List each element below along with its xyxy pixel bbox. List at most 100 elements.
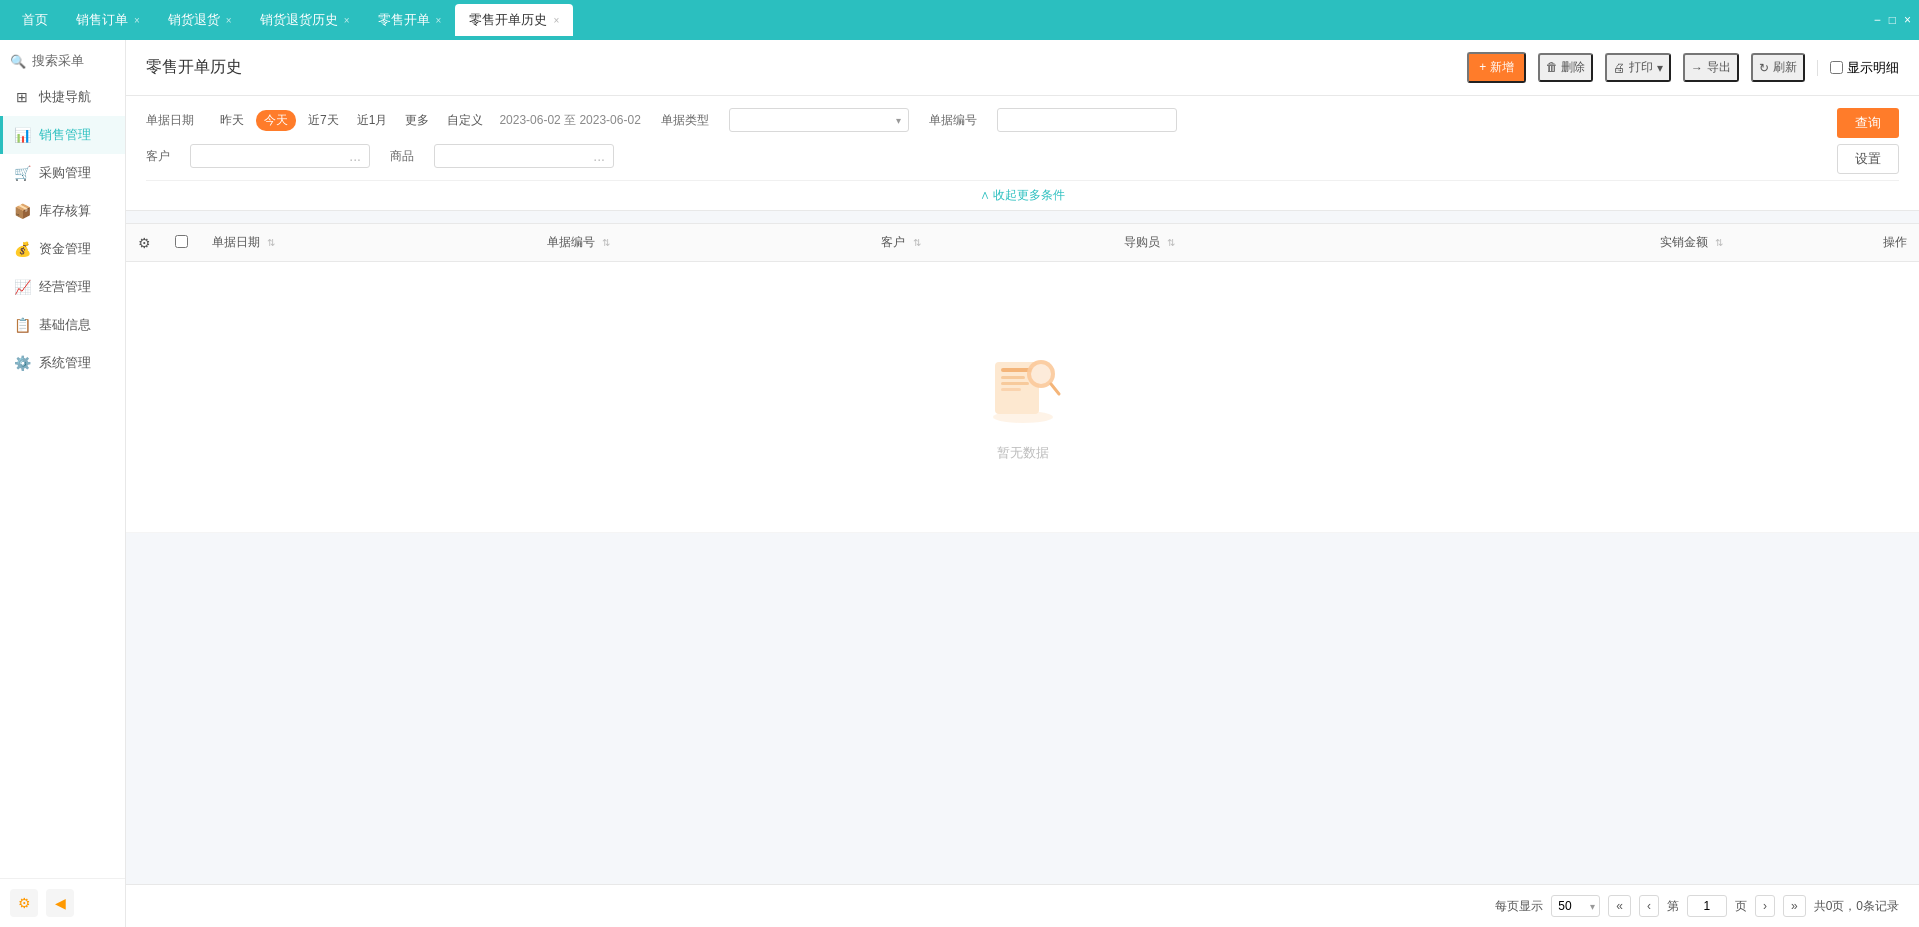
sidebar-item-basic-info[interactable]: 📋 基础信息 <box>0 306 125 344</box>
tab-sales-order[interactable]: 销售订单 × <box>62 4 154 36</box>
export-button[interactable]: → 导出 <box>1683 53 1739 82</box>
print-button[interactable]: 🖨 打印 ▾ <box>1605 53 1671 82</box>
page-label: 第 <box>1667 898 1679 915</box>
page-size-select-wrap: 10 20 50 100 <box>1551 895 1600 917</box>
filter-row-2: 客户 ... 商品 ... <box>146 144 1837 168</box>
sidebar-item-inventory[interactable]: 📦 库存核算 <box>0 192 125 230</box>
th-doc-num-sort-icon[interactable]: ⇅ <box>602 237 610 248</box>
minimize-btn[interactable]: − <box>1874 13 1881 27</box>
date-range-display: 2023-06-02 至 2023-06-02 <box>499 112 640 129</box>
th-guide-sort-icon[interactable]: ⇅ <box>1167 237 1175 248</box>
page-number-input[interactable] <box>1687 895 1727 917</box>
quick-nav-icon: ⊞ <box>13 88 31 106</box>
filter-date-options: 昨天 今天 近7天 近1月 更多 自定义 2023-06-02 至 2023-0… <box>214 110 641 131</box>
inventory-icon: 📦 <box>13 202 31 220</box>
th-amount-label: 实销金额 <box>1660 235 1708 249</box>
tab-retail-open-label: 零售开单 <box>378 11 430 29</box>
sidebar-item-sales-mgmt[interactable]: 📊 销售管理 <box>0 116 125 154</box>
customer-input[interactable] <box>199 149 349 163</box>
close-btn[interactable]: × <box>1904 13 1911 27</box>
system-icon: ⚙️ <box>13 354 31 372</box>
display-detail-toggle[interactable]: 显示明细 <box>1830 59 1899 77</box>
maximize-btn[interactable]: □ <box>1889 13 1896 27</box>
select-all-checkbox[interactable] <box>175 235 188 248</box>
th-amount: 实销金额 ⇅ <box>1400 224 1735 262</box>
page-label2: 页 <box>1735 898 1747 915</box>
date-btn-custom[interactable]: 自定义 <box>441 110 489 131</box>
delete-button[interactable]: 🗑 删除 <box>1538 53 1593 82</box>
prev-page-btn[interactable]: ‹ <box>1639 895 1659 917</box>
last-page-btn[interactable]: » <box>1783 895 1806 917</box>
th-actions-label: 操作 <box>1883 235 1907 249</box>
svg-rect-5 <box>1001 388 1021 391</box>
tab-sales-return-close[interactable]: × <box>226 15 232 26</box>
collapse-sidebar-btn[interactable]: ◀ <box>46 889 74 917</box>
sidebar-item-label-inventory: 库存核算 <box>39 202 91 220</box>
empty-state: 暂无数据 <box>138 272 1907 522</box>
tab-home[interactable]: 首页 <box>8 4 62 36</box>
search-icon: 🔍 <box>10 54 26 69</box>
sidebar-item-finance[interactable]: 💰 资金管理 <box>0 230 125 268</box>
th-actions: 操作 <box>1735 224 1919 262</box>
first-page-btn[interactable]: « <box>1608 895 1631 917</box>
customer-dots-btn[interactable]: ... <box>349 148 361 164</box>
print-icon: 🖨 <box>1613 61 1625 75</box>
tab-retail-open-history[interactable]: 零售开单历史 × <box>455 4 573 36</box>
refresh-button[interactable]: ↻ 刷新 <box>1751 53 1805 82</box>
next-page-btn[interactable]: › <box>1755 895 1775 917</box>
sidebar-item-operations[interactable]: 📈 经营管理 <box>0 268 125 306</box>
doc-type-select[interactable] <box>729 108 909 132</box>
doc-num-input[interactable] <box>997 108 1177 132</box>
tab-sales-return-history[interactable]: 销货退货历史 × <box>246 4 364 36</box>
sales-mgmt-icon: 📊 <box>13 126 31 144</box>
column-settings-icon[interactable]: ⚙ <box>138 235 151 251</box>
sidebar-item-quick-nav[interactable]: ⊞ 快捷导航 <box>0 78 125 116</box>
date-btn-more[interactable]: 更多 <box>399 110 435 131</box>
refresh-label: 刷新 <box>1773 59 1797 76</box>
date-btn-last-month[interactable]: 近1月 <box>351 110 394 131</box>
query-button[interactable]: 查询 <box>1837 108 1899 138</box>
collapse-bar[interactable]: ∧ 收起更多条件 <box>146 180 1899 210</box>
th-guide: 导购员 ⇅ <box>1112 224 1401 262</box>
th-checkbox <box>163 224 200 262</box>
tab-sales-return-label: 销货退货 <box>168 11 220 29</box>
page-size-select[interactable]: 10 20 50 100 <box>1551 895 1600 917</box>
tab-sales-return-history-close[interactable]: × <box>344 15 350 26</box>
sidebar-item-label-quick-nav: 快捷导航 <box>39 88 91 106</box>
sidebar-item-purchase-mgmt[interactable]: 🛒 采购管理 <box>0 154 125 192</box>
filter-settings-button[interactable]: 设置 <box>1837 144 1899 174</box>
tab-sales-return[interactable]: 销货退货 × <box>154 4 246 36</box>
th-date-sort-icon[interactable]: ⇅ <box>267 237 275 248</box>
tab-retail-open-close[interactable]: × <box>436 15 442 26</box>
date-btn-today[interactable]: 今天 <box>256 110 296 131</box>
th-customer-label: 客户 <box>881 235 905 249</box>
empty-text: 暂无数据 <box>997 444 1049 462</box>
customer-label: 客户 <box>146 148 170 165</box>
sidebar-search[interactable]: 🔍 搜索采单 <box>0 40 125 78</box>
table-body: 暂无数据 <box>126 262 1919 533</box>
th-customer-sort-icon[interactable]: ⇅ <box>913 237 921 248</box>
window-controls: − □ × <box>1874 13 1911 27</box>
sidebar-item-system[interactable]: ⚙️ 系统管理 <box>0 344 125 382</box>
finance-icon: 💰 <box>13 240 31 258</box>
product-dots-btn[interactable]: ... <box>593 148 605 164</box>
tab-retail-open[interactable]: 零售开单 × <box>364 4 456 36</box>
product-input[interactable] <box>443 149 593 163</box>
empty-illustration <box>973 332 1073 432</box>
tab-sales-order-close[interactable]: × <box>134 15 140 26</box>
th-settings: ⚙ <box>126 224 163 262</box>
product-input-wrap[interactable]: ... <box>434 144 614 168</box>
settings-bottom-btn[interactable]: ⚙ <box>10 889 38 917</box>
page-title: 零售开单历史 <box>146 57 242 78</box>
th-amount-sort-icon[interactable]: ⇅ <box>1715 237 1723 248</box>
customer-input-wrap[interactable]: ... <box>190 144 370 168</box>
empty-state-cell: 暂无数据 <box>126 262 1919 533</box>
date-btn-last7[interactable]: 近7天 <box>302 110 345 131</box>
date-btn-yesterday[interactable]: 昨天 <box>214 110 250 131</box>
display-detail-checkbox[interactable] <box>1830 61 1843 74</box>
th-customer: 客户 ⇅ <box>869 224 1112 262</box>
export-icon: → <box>1691 61 1703 75</box>
tab-retail-open-history-close[interactable]: × <box>553 15 559 26</box>
add-button[interactable]: + 新增 <box>1467 52 1525 83</box>
th-guide-label: 导购员 <box>1124 235 1160 249</box>
